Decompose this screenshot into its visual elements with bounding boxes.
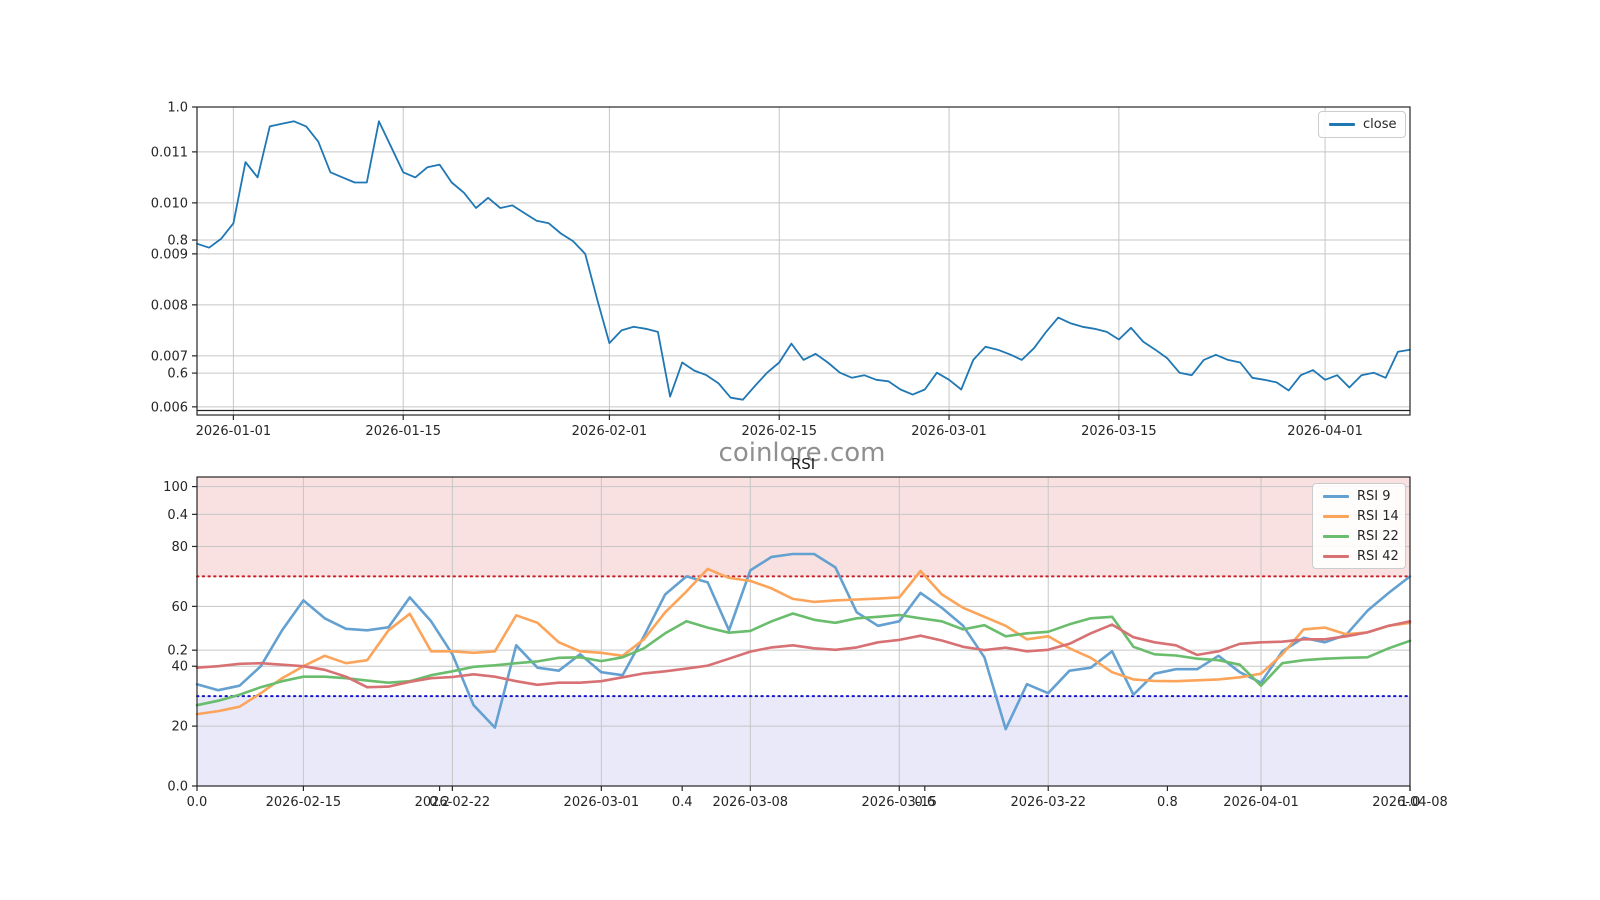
y-tick-label: 60 <box>171 600 188 615</box>
rsi-chart: 100 80 60 40 20 0.4 0.2 0.0 2026-02-15 2026-02-22… <box>163 476 1448 810</box>
legend-label: RSI 22 <box>1357 528 1399 544</box>
x-tick-label-twin: 0.6 <box>914 795 935 810</box>
legend-label: RSI 9 <box>1357 488 1391 504</box>
legend-line-sample <box>1323 554 1349 558</box>
legend-label: close <box>1363 117 1397 132</box>
band <box>197 696 1410 786</box>
series-rsi-22 <box>195 612 1412 707</box>
x-tick-label-twin: 0.0 <box>187 795 208 810</box>
rsi-legend: RSI 9 RSI 14 RSI 22 RSI 42 <box>1312 483 1406 569</box>
x-tick-label: 2026-02-22 <box>415 795 491 810</box>
legend-entry: RSI 42 <box>1323 549 1399 564</box>
y-tick-label: 0.009 <box>151 247 188 262</box>
legend-entry: RSI 9 <box>1323 489 1395 504</box>
x-tick-label: 2026-02-01 <box>572 424 648 439</box>
y-tick-label: 100 <box>163 480 188 495</box>
x-tick-label: 2026-04-01 <box>1287 424 1363 439</box>
legend-label: RSI 14 <box>1357 508 1399 524</box>
x-tick-label: 2026-03-01 <box>564 795 640 810</box>
y-tick-label: 0.006 <box>151 400 188 415</box>
y-tick-label: 20 <box>171 720 188 735</box>
legend-entry: RSI 22 <box>1323 529 1399 544</box>
legend-line-sample <box>1323 534 1349 538</box>
x-tick-label: 2026-01-15 <box>365 424 441 439</box>
x-tick-label: 2026-03-15 <box>1081 424 1157 439</box>
y-tick-label-twin: 1.0 <box>167 101 188 116</box>
x-tick-label: 2026-03-08 <box>713 795 789 810</box>
y-tick-label-twin: 0.8 <box>167 234 188 249</box>
axes-box <box>196 106 1411 416</box>
legend-label: RSI 42 <box>1357 548 1399 564</box>
y-tick-label: 80 <box>171 540 188 555</box>
x-tick-label: 2026-03-01 <box>911 424 987 439</box>
x-tick-label-twin: 0.8 <box>1157 795 1178 810</box>
y-tick-label: 0.010 <box>151 196 188 211</box>
x-tick-label: 2026-02-15 <box>266 795 342 810</box>
y-tick-label-twin: 0.6 <box>167 367 188 382</box>
y-tick-label: 0.007 <box>151 349 188 364</box>
x-tick-label: 2026-01-01 <box>196 424 272 439</box>
legend-line-sample <box>1323 514 1349 518</box>
price-legend: close <box>1318 111 1406 138</box>
series-close <box>196 120 1411 401</box>
y-tick-label-twin: 0.2 <box>167 644 188 659</box>
band <box>197 477 1410 577</box>
x-tick-label: 2026-04-01 <box>1223 795 1299 810</box>
rsi-chart-title: RSI <box>790 455 816 473</box>
price-chart: 0.011 0.010 0.009 0.008 0.007 0.006 1.0 0.8 0.6 2… <box>151 101 1411 439</box>
y-tick-label: 0.011 <box>151 145 188 160</box>
x-tick-label: 2026-03-22 <box>1010 795 1086 810</box>
y-tick-label: 0.008 <box>151 298 188 313</box>
series-rsi-14 <box>195 567 1412 716</box>
legend-entry: close <box>1329 117 1397 132</box>
legend-entry: RSI 14 <box>1323 509 1399 524</box>
y-tick-label: 40 <box>171 660 188 675</box>
x-tick-label-twin: 1.0 <box>1400 795 1421 810</box>
x-tick-label-twin: 0.4 <box>672 795 693 810</box>
legend-line-sample <box>1329 123 1355 126</box>
y-tick-label-twin: 0.4 <box>167 508 188 523</box>
y-tick-label-twin: 0.0 <box>167 780 188 795</box>
x-tick-label: 2026-02-15 <box>741 424 817 439</box>
x-tick-label-twin: 0.2 <box>429 795 450 810</box>
legend-line-sample <box>1323 494 1349 498</box>
figure: 0.011 0.010 0.009 0.008 0.007 0.006 1.0 0.8 0.6 2… <box>0 0 1600 900</box>
